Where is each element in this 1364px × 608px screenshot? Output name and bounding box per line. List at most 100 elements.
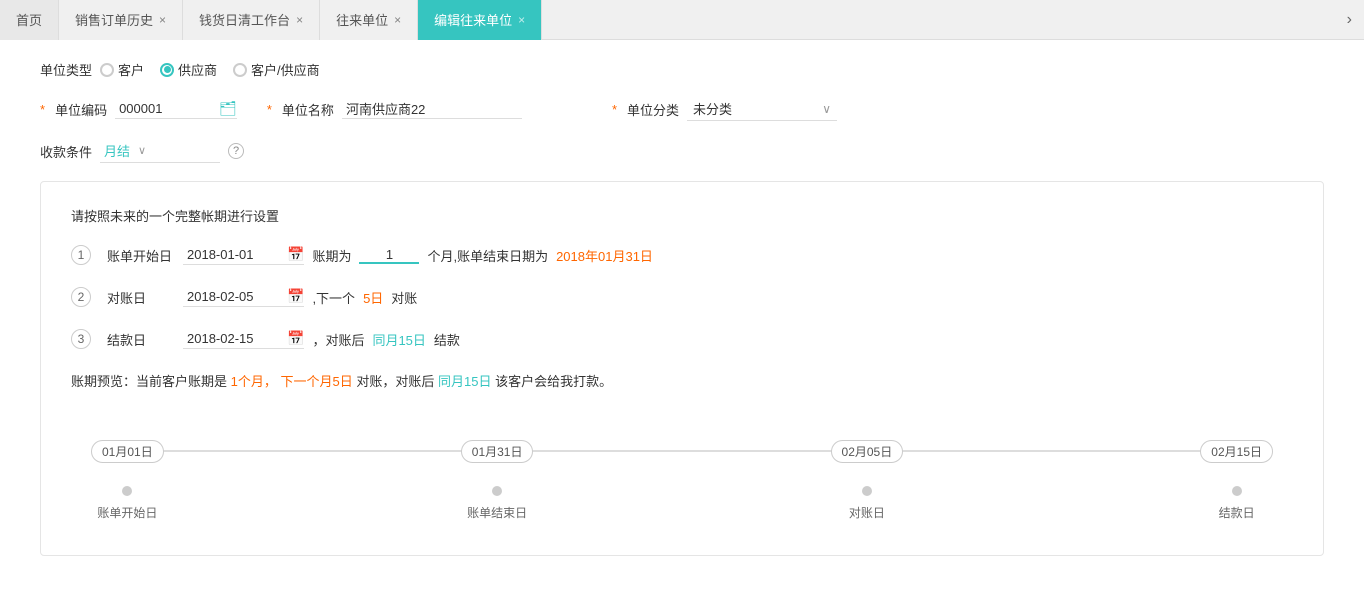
tab-more-button[interactable]: › — [1335, 11, 1364, 29]
unit-type-radio-group: 客户 供应商 客户/供应商 — [100, 60, 320, 79]
radio-customer-label: 客户 — [118, 60, 144, 79]
step-1-end-date: 2018年01月31日 — [556, 246, 653, 265]
unit-code-field: * 单位编码 🗂 — [40, 99, 237, 119]
step-2-input-group: 📅 ,下一个 5日 对账 — [183, 287, 417, 307]
payment-condition-row: 收款条件 月结 ∨ ? — [40, 139, 1324, 163]
step-3-date-group: 📅 — [183, 329, 304, 349]
step-1-calendar-icon[interactable]: 📅 — [287, 246, 304, 263]
unit-category-arrow-icon: ∨ — [822, 102, 831, 116]
step-1-row: 1 账单开始日 📅 账期为 个月,账单结束日期为 2018年01月31日 — [71, 245, 1293, 265]
payment-condition-arrow-icon: ∨ — [138, 144, 146, 157]
step-2-label: 对账日 — [107, 288, 167, 307]
tab-home[interactable]: 首页 — [0, 0, 59, 40]
timeline-dot-2 — [862, 486, 872, 496]
step-2-date-input[interactable] — [183, 287, 283, 306]
unit-type-field: 单位类型 客户 供应商 客户/供应商 — [40, 60, 320, 79]
unit-type-row: 单位类型 客户 供应商 客户/供应商 — [40, 60, 1324, 79]
payment-condition-value: 月结 — [100, 139, 134, 162]
payment-condition-dropdown[interactable]: 月结 ∨ — [100, 139, 220, 163]
unit-code-input-group: 🗂 — [115, 99, 237, 119]
step-3-input-group: 📅 ，对账后 同月15日 结款 — [183, 329, 460, 349]
settings-panel: 请按照未来的一个完整帐期进行设置 1 账单开始日 📅 账期为 个月,账单结束日期… — [40, 181, 1324, 556]
unit-category-dropdown[interactable]: 未分类 ∨ — [687, 97, 837, 121]
step-1-date-input[interactable] — [183, 245, 283, 264]
step-3-suffix-part2: 结款 — [434, 330, 460, 349]
step-1-date-group: 📅 — [183, 245, 304, 265]
payment-condition-label: 收款条件 — [40, 142, 92, 161]
radio-customer-circle — [100, 63, 114, 77]
radio-both-circle — [233, 63, 247, 77]
step-3-highlight: 同月15日 — [372, 330, 425, 349]
tab-sales-history-close[interactable]: × — [159, 14, 166, 26]
step-3-num: 3 — [71, 329, 91, 349]
timeline-badge-1: 01月31日 — [461, 440, 534, 463]
unit-type-label: 单位类型 — [40, 60, 92, 79]
step-1-label: 账单开始日 — [107, 246, 167, 265]
timeline-dot-3 — [1232, 486, 1242, 496]
timeline-point-3: 02月15日 结款日 — [1200, 440, 1273, 521]
timeline-badge-2: 02月05日 — [831, 440, 904, 463]
radio-both[interactable]: 客户/供应商 — [233, 60, 320, 79]
unit-name-input[interactable] — [342, 99, 522, 119]
step-1-input-group: 📅 账期为 个月,账单结束日期为 2018年01月31日 — [183, 245, 653, 265]
unit-category-field: * 单位分类 未分类 ∨ — [612, 97, 837, 121]
radio-both-label: 客户/供应商 — [251, 60, 320, 79]
radio-supplier-circle — [160, 63, 174, 77]
panel-title: 请按照未来的一个完整帐期进行设置 — [71, 206, 1293, 225]
timeline-label-2: 对账日 — [849, 504, 885, 521]
timeline-point-2: 02月05日 对账日 — [831, 440, 904, 521]
radio-supplier-label: 供应商 — [178, 60, 217, 79]
step-2-date-group: 📅 — [183, 287, 304, 307]
tab-partner-units[interactable]: 往来单位 × — [320, 0, 418, 40]
timeline-dot-1 — [492, 486, 502, 496]
step-3-calendar-icon[interactable]: 📅 — [287, 330, 304, 347]
step-2-highlight: 5日 — [363, 288, 383, 307]
tab-cash-workbench-close[interactable]: × — [296, 14, 303, 26]
radio-supplier[interactable]: 供应商 — [160, 60, 217, 79]
step-1-num: 1 — [71, 245, 91, 265]
tab-cash-workbench[interactable]: 钱货日清工作台 × — [183, 0, 320, 40]
step-2-calendar-icon[interactable]: 📅 — [287, 288, 304, 305]
step-3-suffix-part1: ，对账后 — [312, 330, 364, 349]
step-2-num: 2 — [71, 287, 91, 307]
unit-info-row: * 单位编码 🗂 * 单位名称 * 单位分类 未分类 ∨ — [40, 97, 1324, 121]
timeline-badge-3: 02月15日 — [1200, 440, 1273, 463]
unit-category-label: 单位分类 — [627, 100, 679, 119]
timeline-label-1: 账单结束日 — [467, 504, 527, 521]
unit-category-value: 未分类 — [693, 99, 732, 118]
step-2-row: 2 对账日 📅 ,下一个 5日 对账 — [71, 287, 1293, 307]
unit-name-label: 单位名称 — [282, 100, 334, 119]
timeline-badge-0: 01月01日 — [91, 440, 164, 463]
tab-edit-partner-close[interactable]: × — [518, 14, 525, 26]
unit-code-required: * — [40, 102, 45, 117]
step-1-period-prefix: 账期为 — [312, 246, 351, 265]
timeline-label-0: 账单开始日 — [97, 504, 157, 521]
preview-part1: 1个月， — [231, 374, 277, 389]
payment-condition-field: 收款条件 月结 ∨ ? — [40, 139, 244, 163]
timeline-container: 01月01日 账单开始日 01月31日 账单结束日 02月05日 对账日 02月… — [71, 430, 1293, 531]
radio-customer[interactable]: 客户 — [100, 60, 144, 79]
unit-code-label: 单位编码 — [55, 100, 107, 119]
timeline-points: 01月01日 账单开始日 01月31日 账单结束日 02月05日 对账日 02月… — [91, 440, 1273, 521]
unit-code-picker-icon[interactable]: 🗂 — [219, 100, 237, 117]
step-3-row: 3 结款日 📅 ，对账后 同月15日 结款 — [71, 329, 1293, 349]
timeline-dot-0 — [122, 486, 132, 496]
preview-part3: 同月15日 — [438, 374, 491, 389]
payment-condition-help-icon[interactable]: ? — [228, 143, 244, 159]
tab-sales-history[interactable]: 销售订单历史 × — [59, 0, 183, 40]
step-2-suffix-part2: 对账 — [391, 288, 417, 307]
unit-name-required: * — [267, 102, 272, 117]
step-1-period-input[interactable] — [359, 247, 419, 264]
unit-code-input[interactable] — [115, 99, 215, 118]
preview-middle: 对账，对账后 — [356, 374, 434, 389]
tab-edit-partner[interactable]: 编辑往来单位 × — [418, 0, 542, 40]
unit-category-required: * — [612, 102, 617, 117]
preview-text: 账期预览：当前客户账期是 1个月， 下一个月5日 对账，对账后 同月15日 该客… — [71, 371, 1293, 410]
tab-partner-units-close[interactable]: × — [394, 14, 401, 26]
preview-suffix: 该客户会给我打款。 — [495, 374, 612, 389]
step-1-period-suffix: 个月,账单结束日期为 — [427, 246, 548, 265]
timeline-label-3: 结款日 — [1219, 504, 1255, 521]
step-3-date-input[interactable] — [183, 329, 283, 348]
step-2-suffix-part1: ,下一个 — [312, 288, 355, 307]
tab-bar: 首页 销售订单历史 × 钱货日清工作台 × 往来单位 × 编辑往来单位 × › — [0, 0, 1364, 40]
